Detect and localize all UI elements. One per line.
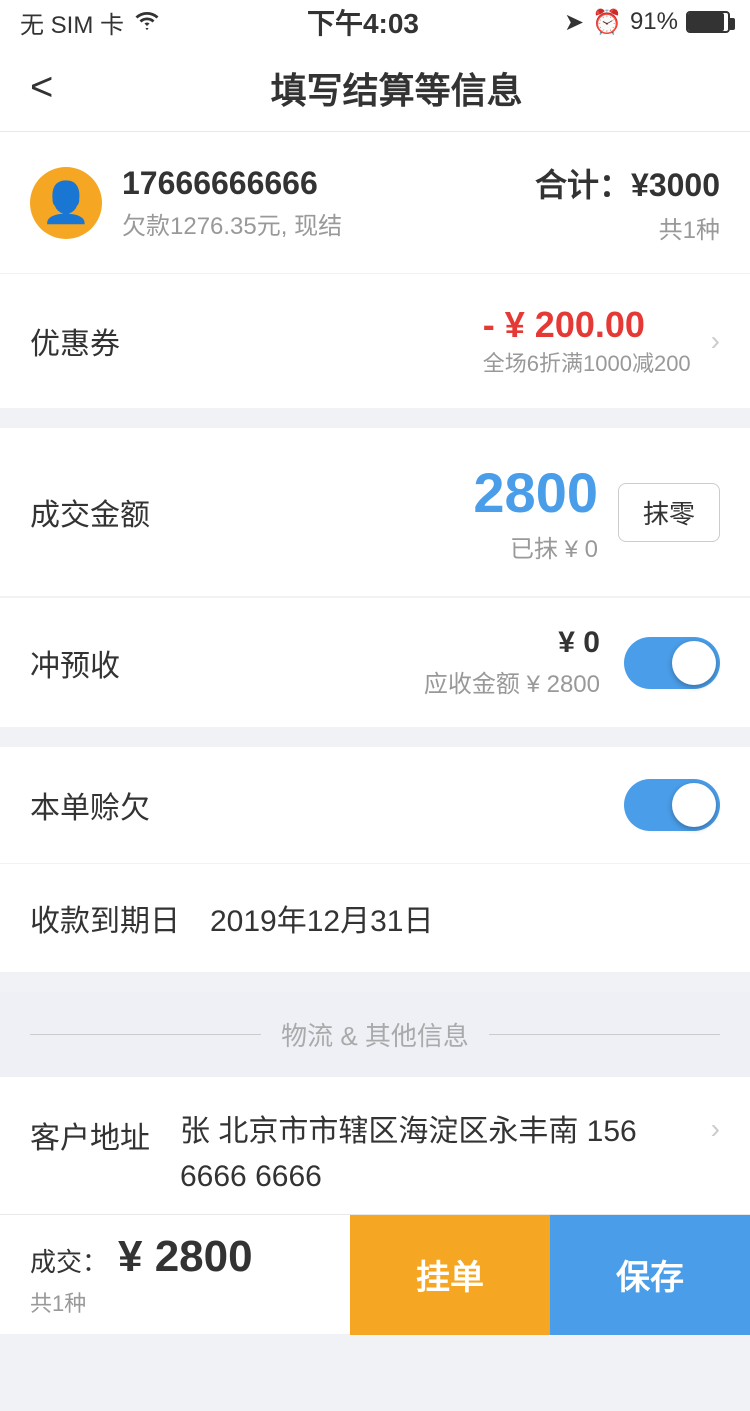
- customer-sub: 欠款1276.35元, 现结: [122, 206, 535, 241]
- hang-button[interactable]: 挂单: [350, 1215, 550, 1335]
- duedate-row: 收款到期日 2019年12月31日: [0, 864, 750, 972]
- coupon-label: 优惠券: [30, 319, 120, 363]
- hang-label: 挂单: [416, 1250, 484, 1299]
- debt-label: 本单赊欠: [30, 783, 150, 827]
- alarm-icon: ⏰: [592, 8, 622, 37]
- advance-toggle-track: [624, 637, 720, 689]
- debt-row: 本单赊欠: [0, 747, 750, 863]
- bottom-summary: 成交： ¥ 2800 共1种: [0, 1232, 350, 1318]
- page-title: 填写结算等信息: [73, 62, 720, 114]
- avatar: 👤: [30, 167, 102, 239]
- battery-bar: [686, 11, 730, 33]
- location-icon: ➤: [564, 8, 584, 37]
- customer-info: 17666666666 欠款1276.35元, 现结: [122, 165, 535, 241]
- debt-toggle-thumb: [672, 783, 716, 827]
- customer-row: 👤 17666666666 欠款1276.35元, 现结 合计：¥3000 共1…: [0, 132, 750, 273]
- nav-bar: < 填写结算等信息: [0, 44, 750, 132]
- deal-amount-sub: 已抹 ¥ 0: [473, 529, 598, 564]
- bottom-summary-label: 成交：: [30, 1242, 108, 1279]
- wifi-icon: [132, 8, 162, 37]
- address-row[interactable]: 客户地址 张 北京市市辖区海淀区永丰南 156 6666 6666 ›: [0, 1077, 750, 1231]
- no-sim-text: 无 SIM 卡: [20, 5, 124, 40]
- customer-total: 合计：¥3000 共1种: [535, 160, 720, 245]
- duedate-value: 2019年12月31日: [210, 896, 433, 940]
- coupon-row[interactable]: 优惠券 - ¥ 200.00 全场6折满1000减200 ›: [0, 274, 750, 408]
- advance-toggle-thumb: [672, 641, 716, 685]
- battery-text: 91%: [630, 8, 678, 36]
- deal-amount-value: 2800: [473, 460, 598, 525]
- advance-value-group: ¥ 0 应收金额 ¥ 2800: [424, 626, 600, 699]
- header-line-right: [489, 1034, 720, 1035]
- back-button[interactable]: <: [30, 65, 73, 110]
- bottom-summary-count: 共1种: [30, 1286, 320, 1318]
- bottom-bar: 成交： ¥ 2800 共1种 挂单 保存: [0, 1214, 750, 1334]
- advance-row: 冲预收 ¥ 0 应收金额 ¥ 2800: [0, 598, 750, 727]
- debt-toggle[interactable]: [624, 779, 720, 831]
- coupon-amount: - ¥ 200.00: [483, 304, 695, 346]
- coupon-desc: 全场6折满1000减200: [483, 346, 691, 378]
- bottom-summary-amount: ¥ 2800: [118, 1232, 253, 1282]
- logistics-section-header: 物流 & 其他信息: [0, 992, 750, 1077]
- round-button[interactable]: 抹零: [618, 483, 720, 542]
- status-time: 下午4:03: [307, 2, 419, 42]
- user-icon: 👤: [41, 179, 91, 226]
- header-line-left: [30, 1034, 261, 1035]
- total-value: ¥3000: [631, 167, 720, 203]
- status-right: ➤ ⏰ 91%: [564, 8, 730, 37]
- total-amount: 合计：¥3000: [535, 160, 720, 206]
- section-divider-3: [0, 972, 750, 992]
- address-chevron-icon: ›: [711, 1109, 720, 1145]
- save-label: 保存: [616, 1250, 684, 1299]
- advance-amount: ¥ 0: [424, 626, 600, 660]
- advance-sub: 应收金额 ¥ 2800: [424, 664, 600, 699]
- section-divider-1: [0, 408, 750, 428]
- total-count: 共1种: [535, 210, 720, 245]
- status-bar: 无 SIM 卡 下午4:03 ➤ ⏰ 91%: [0, 0, 750, 44]
- status-left: 无 SIM 卡: [20, 5, 162, 40]
- section-divider-2: [0, 727, 750, 747]
- logistics-header-text: 物流 & 其他信息: [281, 1016, 469, 1053]
- bottom-summary-top: 成交： ¥ 2800: [30, 1232, 320, 1282]
- address-label: 客户地址: [30, 1109, 150, 1157]
- advance-toggle[interactable]: [624, 637, 720, 689]
- address-value: 张 北京市市辖区海淀区永丰南 156 6666 6666: [180, 1109, 695, 1199]
- save-button[interactable]: 保存: [550, 1215, 750, 1335]
- duedate-label: 收款到期日: [30, 896, 180, 940]
- customer-phone: 17666666666: [122, 165, 535, 202]
- deal-amount-right: 2800 已抹 ¥ 0 抹零: [473, 460, 720, 564]
- advance-label: 冲预收: [30, 641, 120, 685]
- debt-toggle-track: [624, 779, 720, 831]
- deal-amount-label: 成交金额: [30, 490, 150, 534]
- deal-amount-row: 成交金额 2800 已抹 ¥ 0 抹零: [0, 428, 750, 597]
- coupon-right: - ¥ 200.00 全场6折满1000减200 ›: [483, 304, 720, 378]
- chevron-right-icon: ›: [711, 325, 720, 357]
- total-label: 合计：: [535, 167, 631, 203]
